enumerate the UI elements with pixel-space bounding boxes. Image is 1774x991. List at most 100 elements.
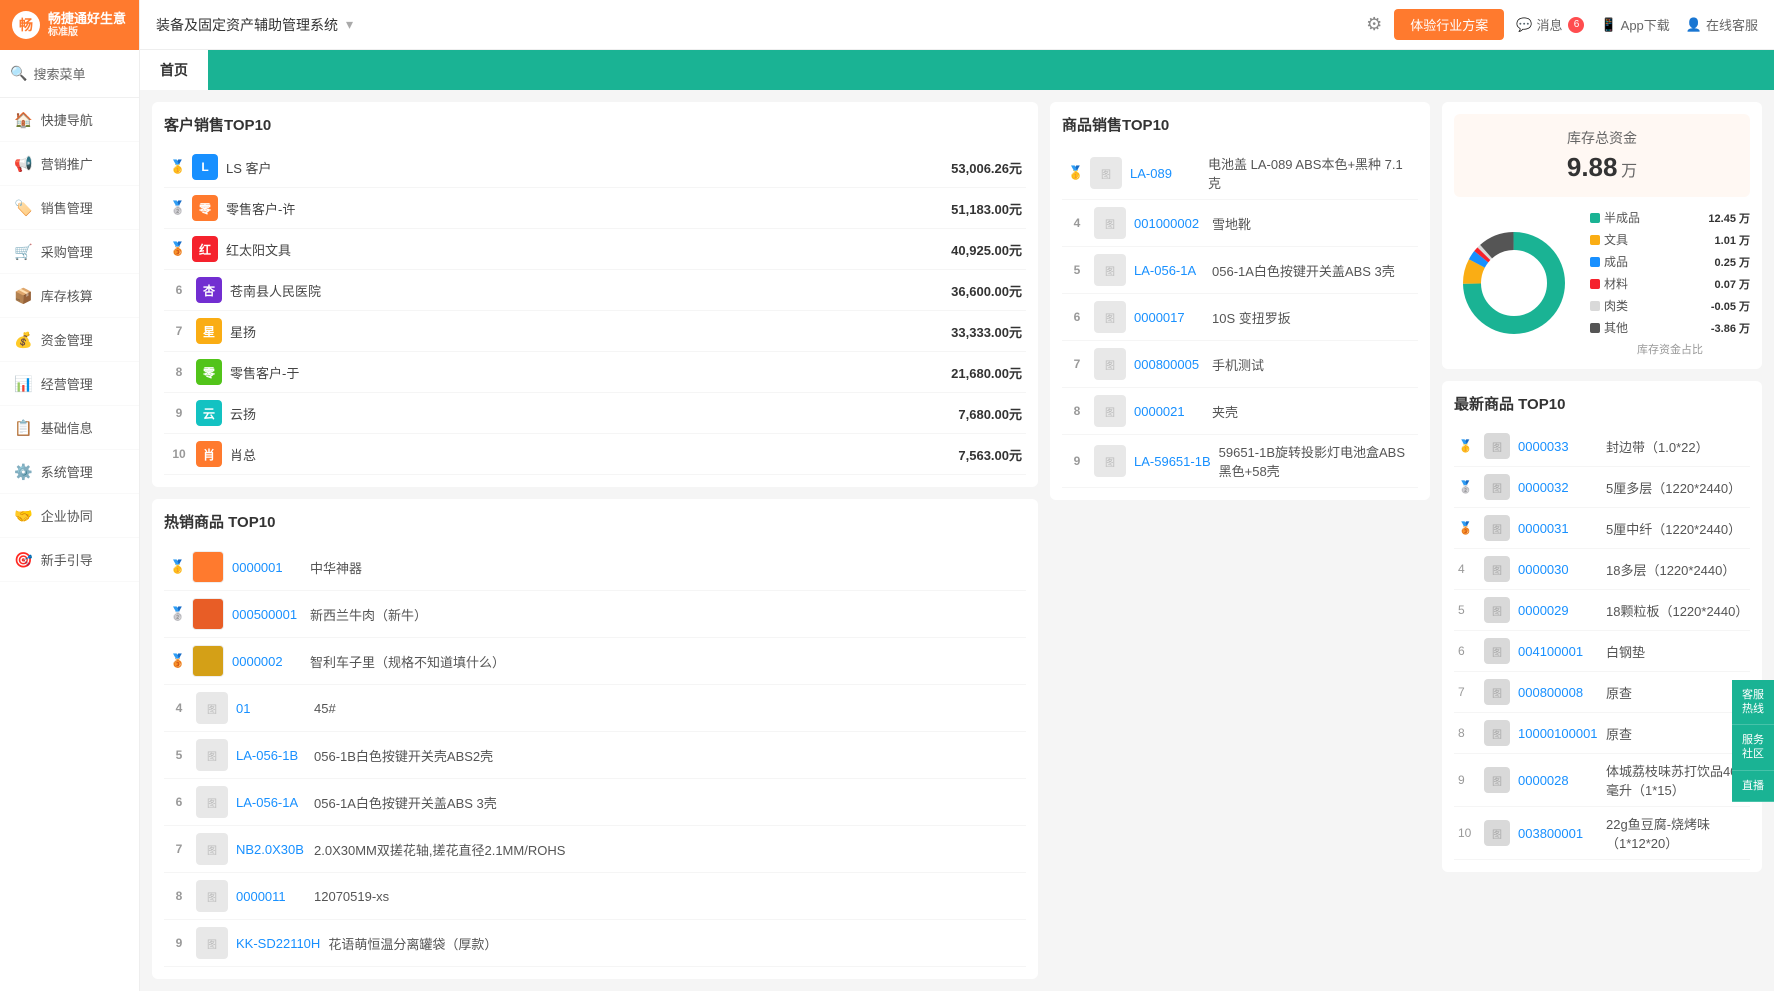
- shortcuts-icon: 🏠: [14, 111, 33, 129]
- list-item: 5 图 0000029 18颗粒板（1220*2440）: [1454, 590, 1750, 631]
- donut-chart: [1454, 223, 1574, 343]
- trial-button[interactable]: 体验行业方案: [1394, 9, 1504, 40]
- list-item: 🥉 0000002 智利车子里（规格不知道填什么）: [164, 638, 1026, 685]
- logo-icon: 畅: [12, 11, 40, 39]
- sidebar-item-finance[interactable]: 💰 资金管理: [0, 318, 139, 362]
- sidebar-item-marketing[interactable]: 📢 营销推广: [0, 142, 139, 186]
- avatar: 肖: [196, 441, 222, 467]
- right-panel: 库存总资金 9.88 万: [1442, 102, 1762, 979]
- list-item: 8 零 零售客户-于 21,680.00元: [164, 352, 1026, 393]
- sidebar-item-cooperation[interactable]: 🤝 企业协同: [0, 494, 139, 538]
- customer-ranking-card: 客户销售TOP10 🥇 L LS 客户 53,006.26元 🥈 零 零售客户-…: [152, 102, 1038, 487]
- product-thumbnail: 图: [1090, 157, 1122, 189]
- avatar: 杏: [196, 277, 222, 303]
- product-thumbnail: 图: [196, 927, 228, 959]
- app-download-button[interactable]: 📱 App下载: [1600, 15, 1669, 34]
- live-button[interactable]: 直播: [1732, 771, 1774, 802]
- legend-color: [1590, 213, 1600, 223]
- list-item: 9 云 云扬 7,680.00元: [164, 393, 1026, 434]
- product-thumbnail: 图: [1094, 445, 1126, 477]
- avatar: 星: [196, 318, 222, 344]
- list-item: 6 图 004100001 白钢垫: [1454, 631, 1750, 672]
- online-service-button[interactable]: 👤 在线客服: [1686, 15, 1758, 34]
- topbar: 装备及固定资产辅助管理系统 ▾ ⚙ 体验行业方案 💬 消息 6 📱 App下载 …: [140, 0, 1774, 50]
- community-button[interactable]: 服务 社区: [1732, 725, 1774, 771]
- list-item: 7 图 000800005 手机测试: [1062, 341, 1418, 388]
- main-area: 装备及固定资产辅助管理系统 ▾ ⚙ 体验行业方案 💬 消息 6 📱 App下载 …: [140, 0, 1774, 991]
- list-item: 10 图 003800001 22g鱼豆腐-烧烤味（1*12*20）: [1454, 807, 1750, 860]
- middle-panel: 商品销售TOP10 🥇 图 LA-089 电池盖 LA-089 ABS本色+黑种…: [1050, 102, 1430, 979]
- latest-products-list: 🥇 图 0000033 封边带（1.0*22） 🥈 图 0000032 5厘多层…: [1454, 426, 1750, 860]
- medal-icon: 🥇: [168, 559, 188, 575]
- legend-item: 成品 0.25 万: [1590, 253, 1750, 270]
- product-thumbnail: [192, 645, 224, 677]
- list-item: 6 图 LA-056-1A 056-1A白色按键开关盖ABS 3壳: [164, 779, 1026, 826]
- dropdown-arrow-icon[interactable]: ▾: [346, 16, 353, 33]
- list-item: 9 图 LA-59651-1B 59651-1B旋转投影灯电池盒ABS黑色+58…: [1062, 435, 1418, 488]
- product-thumbnail: 图: [1484, 767, 1510, 793]
- finance-icon: 💰: [14, 331, 33, 349]
- legend-item: 材料 0.07 万: [1590, 275, 1750, 292]
- sidebar-search-section: 🔍 搜索菜单: [0, 50, 139, 98]
- sidebar-item-basic-info[interactable]: 📋 基础信息: [0, 406, 139, 450]
- basic-info-icon: 📋: [14, 419, 33, 437]
- list-item: 7 图 NB2.0X30B 2.0X30MM双搓花轴,搓花直径2.1MM/ROH…: [164, 826, 1026, 873]
- marketing-icon: 📢: [14, 155, 33, 173]
- list-item: 7 图 000800008 原查: [1454, 672, 1750, 713]
- list-item: 🥉 红 红太阳文具 40,925.00元: [164, 229, 1026, 270]
- avatar: 云: [196, 400, 222, 426]
- customer-service-button[interactable]: 客服 热线: [1732, 680, 1774, 726]
- sidebar-item-guide[interactable]: 🎯 新手引导: [0, 538, 139, 582]
- medal-icon: 🥇: [1066, 165, 1086, 181]
- list-item: 8 图 0000011 12070519-xs: [164, 873, 1026, 920]
- legend-color: [1590, 279, 1600, 289]
- cooperation-icon: 🤝: [14, 507, 33, 525]
- operations-icon: 📊: [14, 375, 33, 393]
- chart-footer-label: 库存资金占比: [1590, 341, 1750, 357]
- sales-icon: 🏷️: [14, 199, 33, 217]
- settings-icon[interactable]: ⚙: [1366, 14, 1382, 35]
- list-item: 🥈 图 0000032 5厘多层（1220*2440）: [1454, 467, 1750, 508]
- messages-button[interactable]: 💬 消息 6: [1516, 15, 1584, 34]
- latest-products-title: 最新商品 TOP10: [1454, 393, 1750, 414]
- sidebar-item-inventory[interactable]: 📦 库存核算: [0, 274, 139, 318]
- hot-products-card: 热销商品 TOP10 🥇 0000001 中华神器 🥈 000500001 新西…: [152, 499, 1038, 979]
- list-item: 🥉 图 0000031 5厘中纤（1220*2440）: [1454, 508, 1750, 549]
- product-thumbnail: 图: [1094, 301, 1126, 333]
- sidebar-item-system[interactable]: ⚙️ 系统管理: [0, 450, 139, 494]
- left-panel: 客户销售TOP10 🥇 L LS 客户 53,006.26元 🥈 零 零售客户-…: [152, 102, 1038, 979]
- search-menu-button[interactable]: 🔍 搜索菜单: [10, 60, 129, 87]
- avatar: 零: [196, 359, 222, 385]
- sidebar-nav: 🏠 快捷导航 📢 营销推广 🏷️ 销售管理 🛒 采购管理 📦 库存核算 💰 资金…: [0, 98, 139, 991]
- sidebar: 畅 畅捷通好生意 标准版 🔍 搜索菜单 🏠 快捷导航 📢 营销推广 🏷️ 销售管…: [0, 0, 140, 991]
- medal-icon: 🥈: [168, 606, 188, 622]
- list-item: 4 图 01 45#: [164, 685, 1026, 732]
- list-item: 4 图 001000002 雪地靴: [1062, 200, 1418, 247]
- tabbar: 首页: [140, 50, 1774, 90]
- system-icon: ⚙️: [14, 463, 33, 481]
- inventory-value-display: 9.88 万: [1468, 152, 1736, 183]
- tab-home[interactable]: 首页: [140, 50, 208, 90]
- inventory-total-section: 库存总资金 9.88 万: [1454, 114, 1750, 197]
- product-thumbnail: 图: [196, 786, 228, 818]
- customer-ranking-list: 🥇 L LS 客户 53,006.26元 🥈 零 零售客户-许 51,183.0…: [164, 147, 1026, 475]
- list-item: 7 星 星扬 33,333.00元: [164, 311, 1026, 352]
- legend-item: 半成品 12.45 万: [1590, 209, 1750, 226]
- product-thumbnail: 图: [196, 739, 228, 771]
- inventory-icon: 📦: [14, 287, 33, 305]
- inventory-chart-container: 半成品 12.45 万 文具 1.01 万 成品 0.25 万: [1454, 209, 1750, 357]
- sidebar-item-shortcuts[interactable]: 🏠 快捷导航: [0, 98, 139, 142]
- avatar: 红: [192, 236, 218, 262]
- sidebar-item-purchase[interactable]: 🛒 采购管理: [0, 230, 139, 274]
- list-item: 4 图 0000030 18多层（1220*2440）: [1454, 549, 1750, 590]
- mobile-icon: 📱: [1600, 17, 1616, 33]
- sidebar-item-sales[interactable]: 🏷️ 销售管理: [0, 186, 139, 230]
- product-thumbnail: 图: [1484, 597, 1510, 623]
- list-item: 8 图 0000021 夹壳: [1062, 388, 1418, 435]
- purchase-icon: 🛒: [14, 243, 33, 261]
- list-item: 5 图 LA-056-1B 056-1B白色按键开关壳ABS2壳: [164, 732, 1026, 779]
- list-item: 10 肖 肖总 7,563.00元: [164, 434, 1026, 475]
- hot-products-list: 🥇 0000001 中华神器 🥈 000500001 新西兰牛肉（新牛） 🥉: [164, 544, 1026, 967]
- sidebar-item-operations[interactable]: 📊 经营管理: [0, 362, 139, 406]
- legend-color: [1590, 235, 1600, 245]
